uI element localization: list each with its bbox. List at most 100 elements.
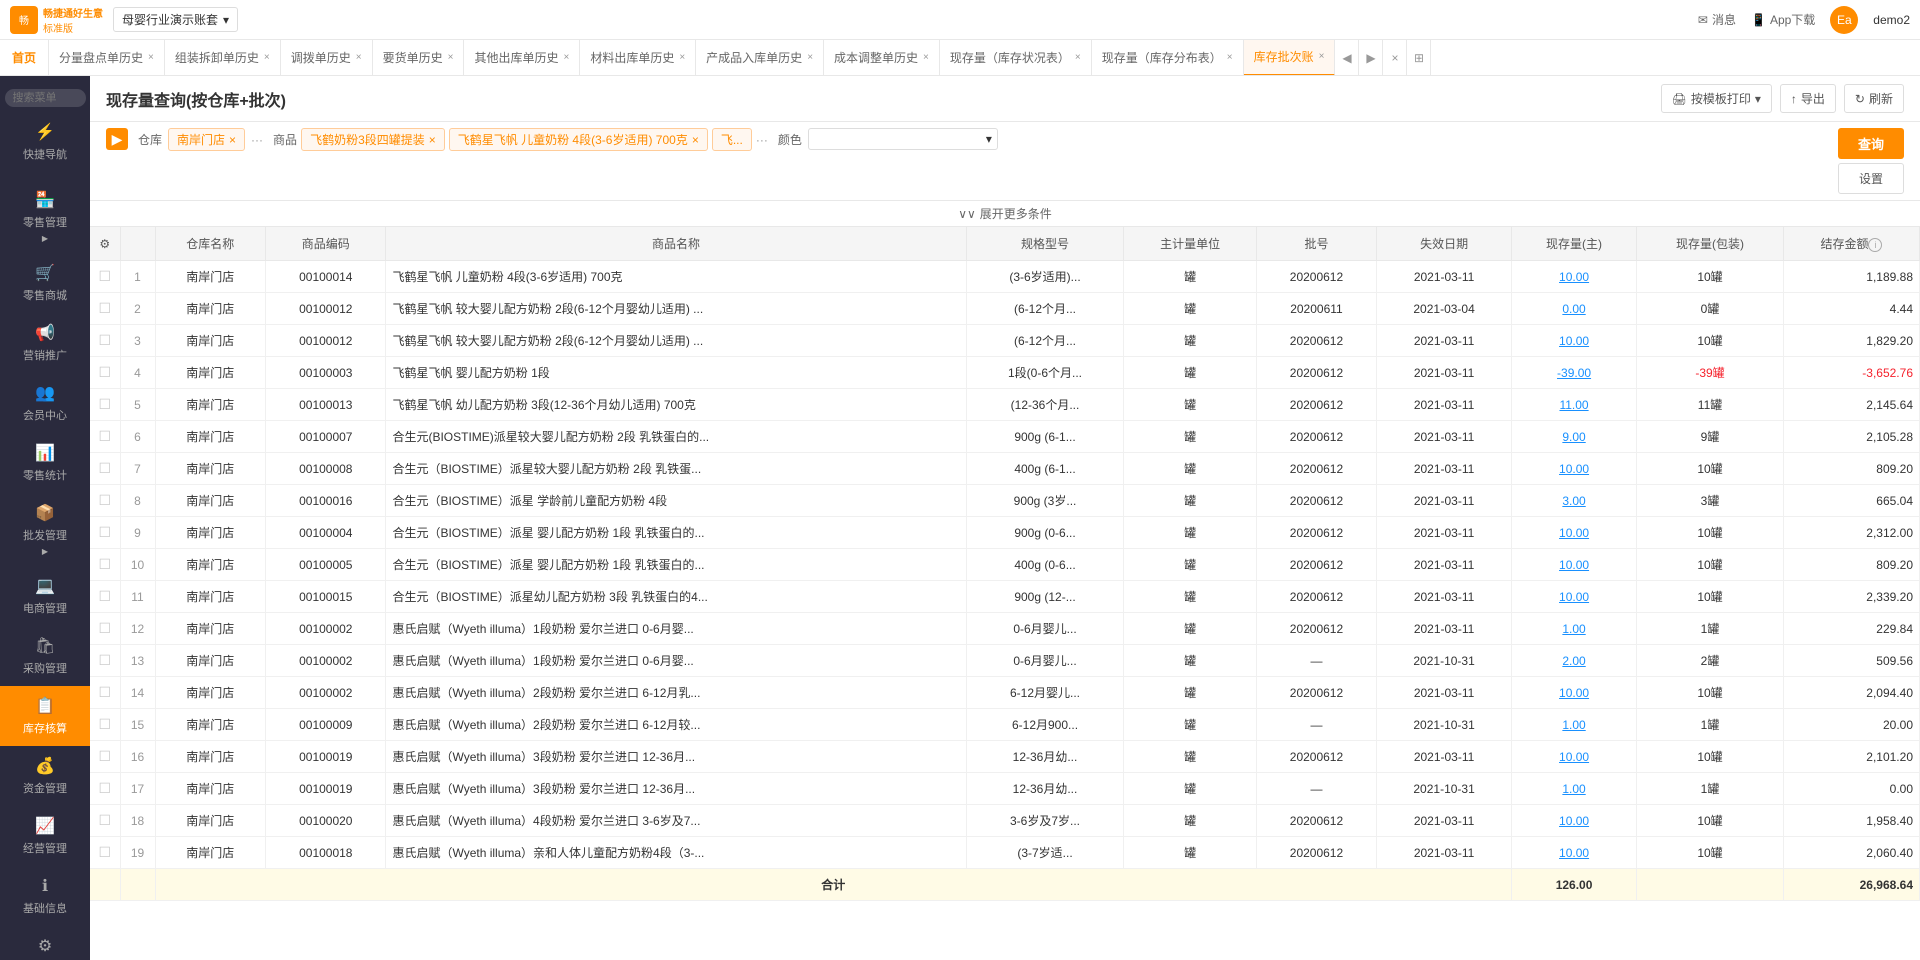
warehouse-tag-close[interactable]: × <box>229 133 236 147</box>
sidebar-item-基础信息[interactable]: ℹ 基础信息 <box>0 866 90 926</box>
product-tag-2-close[interactable]: × <box>692 133 699 147</box>
sidebar-item-零售管理[interactable]: 🏪 零售管理 ▶ <box>0 180 90 253</box>
user-avatar[interactable]: Ea <box>1830 6 1858 34</box>
tab-组装拆卸单历史[interactable]: 组装拆卸单历史 × <box>165 40 281 76</box>
tab-成本调整单历史[interactable]: 成本调整单历史 × <box>824 40 940 76</box>
tab-home[interactable]: 首页 <box>0 40 49 76</box>
row-checkbox[interactable]: ☐ <box>98 556 111 572</box>
cell-stock-main[interactable]: 0.00 <box>1512 293 1637 325</box>
cell-check[interactable]: ☐ <box>90 709 120 741</box>
cell-stock-main[interactable]: 10.00 <box>1512 837 1637 869</box>
cell-check[interactable]: ☐ <box>90 677 120 709</box>
expand-filter-btn[interactable]: ▶ <box>106 128 128 150</box>
color-input[interactable] <box>808 128 998 150</box>
cell-stock-main[interactable]: -39.00 <box>1512 357 1637 389</box>
tab-分量盘点单历史[interactable]: 分量盘点单历史 × <box>49 40 165 76</box>
cell-stock-main[interactable]: 11.00 <box>1512 389 1637 421</box>
sidebar-item-quick-nav[interactable]: ⚡ 快捷导航 <box>0 112 90 172</box>
cell-check[interactable]: ☐ <box>90 389 120 421</box>
row-checkbox[interactable]: ☐ <box>98 492 111 508</box>
row-checkbox[interactable]: ☐ <box>98 332 111 348</box>
tab-其他出库单历史[interactable]: 其他出库单历史 × <box>464 40 580 76</box>
tab-next-btn[interactable]: ▶ <box>1359 40 1383 76</box>
query-btn[interactable]: 查询 <box>1838 128 1904 159</box>
cell-check[interactable]: ☐ <box>90 581 120 613</box>
sidebar-item-零售商城[interactable]: 🛒 零售商城 <box>0 253 90 313</box>
tab-close-调拨单历史[interactable]: × <box>356 52 362 63</box>
app-download-btn[interactable]: 📱 App下载 <box>1751 11 1815 28</box>
row-checkbox[interactable]: ☐ <box>98 652 111 668</box>
sidebar-item-经营管理[interactable]: 📈 经营管理 <box>0 806 90 866</box>
cell-check[interactable]: ☐ <box>90 517 120 549</box>
warehouse-more-dots[interactable]: ··· <box>251 133 263 147</box>
row-checkbox[interactable]: ☐ <box>98 396 111 412</box>
export-btn[interactable]: ↑ 导出 <box>1780 84 1836 113</box>
cell-stock-main[interactable]: 10.00 <box>1512 261 1637 293</box>
cell-check[interactable]: ☐ <box>90 549 120 581</box>
row-checkbox[interactable]: ☐ <box>98 428 111 444</box>
tab-材料出库单历史[interactable]: 材料出库单历史 × <box>580 40 696 76</box>
tab-close-现存量库存分布表[interactable]: × <box>1227 52 1233 63</box>
tab-库存批次账[interactable]: 库存批次账 × <box>1244 40 1336 76</box>
cell-check[interactable]: ☐ <box>90 261 120 293</box>
tab-调拨单历史[interactable]: 调拨单历史 × <box>281 40 373 76</box>
cell-check[interactable]: ☐ <box>90 325 120 357</box>
cell-stock-main[interactable]: 10.00 <box>1512 805 1637 837</box>
tab-要货单历史[interactable]: 要货单历史 × <box>373 40 465 76</box>
row-checkbox[interactable]: ☐ <box>98 812 111 828</box>
row-checkbox[interactable]: ☐ <box>98 716 111 732</box>
cell-stock-main[interactable]: 10.00 <box>1512 453 1637 485</box>
row-checkbox[interactable]: ☐ <box>98 844 111 860</box>
cell-check[interactable]: ☐ <box>90 421 120 453</box>
row-checkbox[interactable]: ☐ <box>98 748 111 764</box>
row-checkbox[interactable]: ☐ <box>98 364 111 380</box>
search-input[interactable] <box>5 89 86 107</box>
message-btn[interactable]: ✉ 消息 <box>1698 11 1736 28</box>
template-print-btn[interactable]: 🖨 按模板打印 ▾ <box>1661 84 1772 113</box>
cell-stock-main[interactable]: 10.00 <box>1512 581 1637 613</box>
sidebar-item-会员中心[interactable]: 👥 会员中心 <box>0 373 90 433</box>
cell-check[interactable]: ☐ <box>90 741 120 773</box>
cell-check[interactable]: ☐ <box>90 645 120 677</box>
cell-check[interactable]: ☐ <box>90 485 120 517</box>
tab-close-成本调整单历史[interactable]: × <box>923 52 929 63</box>
cell-stock-main[interactable]: 10.00 <box>1512 549 1637 581</box>
tab-产成品入库单历史[interactable]: 产成品入库单历史 × <box>696 40 824 76</box>
cell-stock-main[interactable]: 1.00 <box>1512 613 1637 645</box>
row-checkbox[interactable]: ☐ <box>98 460 111 476</box>
expand-conditions-btn[interactable]: ∨∨ 展开更多条件 <box>958 205 1052 222</box>
refresh-btn[interactable]: ↻ 刷新 <box>1844 84 1904 113</box>
row-checkbox[interactable]: ☐ <box>98 268 111 284</box>
sidebar-item-采购管理[interactable]: 🛍 采购管理 <box>0 626 90 686</box>
row-checkbox[interactable]: ☐ <box>98 588 111 604</box>
cell-stock-main[interactable]: 10.00 <box>1512 677 1637 709</box>
sidebar-item-电商管理[interactable]: 💻 电商管理 <box>0 566 90 626</box>
cell-check[interactable]: ☐ <box>90 837 120 869</box>
sidebar-item-资金管理[interactable]: 💰 资金管理 <box>0 746 90 806</box>
tab-close-现存量库存状况表[interactable]: × <box>1075 52 1081 63</box>
cell-stock-main[interactable]: 2.00 <box>1512 645 1637 677</box>
cell-stock-main[interactable]: 10.00 <box>1512 741 1637 773</box>
tab-close-组装拆卸单历史[interactable]: × <box>264 52 270 63</box>
tab-close-要货单历史[interactable]: × <box>448 52 454 63</box>
cell-stock-main[interactable]: 3.00 <box>1512 485 1637 517</box>
tab-现存量库存分布表[interactable]: 现存量（库存分布表） × <box>1092 40 1244 76</box>
tab-close-产成品入库单历史[interactable]: × <box>807 52 813 63</box>
row-checkbox[interactable]: ☐ <box>98 684 111 700</box>
cell-check[interactable]: ☐ <box>90 805 120 837</box>
row-checkbox[interactable]: ☐ <box>98 620 111 636</box>
tab-close-分量盘点单历史[interactable]: × <box>148 52 154 63</box>
cell-check[interactable]: ☐ <box>90 613 120 645</box>
cell-stock-main[interactable]: 9.00 <box>1512 421 1637 453</box>
row-checkbox[interactable]: ☐ <box>98 780 111 796</box>
cell-check[interactable]: ☐ <box>90 357 120 389</box>
tab-现存量库存状况表[interactable]: 现存量（库存状况表） × <box>940 40 1092 76</box>
sidebar-item-库存核算[interactable]: 📋 库存核算 <box>0 686 90 746</box>
cell-stock-main[interactable]: 1.00 <box>1512 773 1637 805</box>
sidebar-item-零售统计[interactable]: 📊 零售统计 <box>0 433 90 493</box>
tab-close-其他出库单历史[interactable]: × <box>563 52 569 63</box>
sidebar-item-系统管理[interactable]: ⚙ 系统管理 <box>0 926 90 960</box>
row-checkbox[interactable]: ☐ <box>98 524 111 540</box>
cell-stock-main[interactable]: 1.00 <box>1512 709 1637 741</box>
tab-close-材料出库单历史[interactable]: × <box>679 52 685 63</box>
